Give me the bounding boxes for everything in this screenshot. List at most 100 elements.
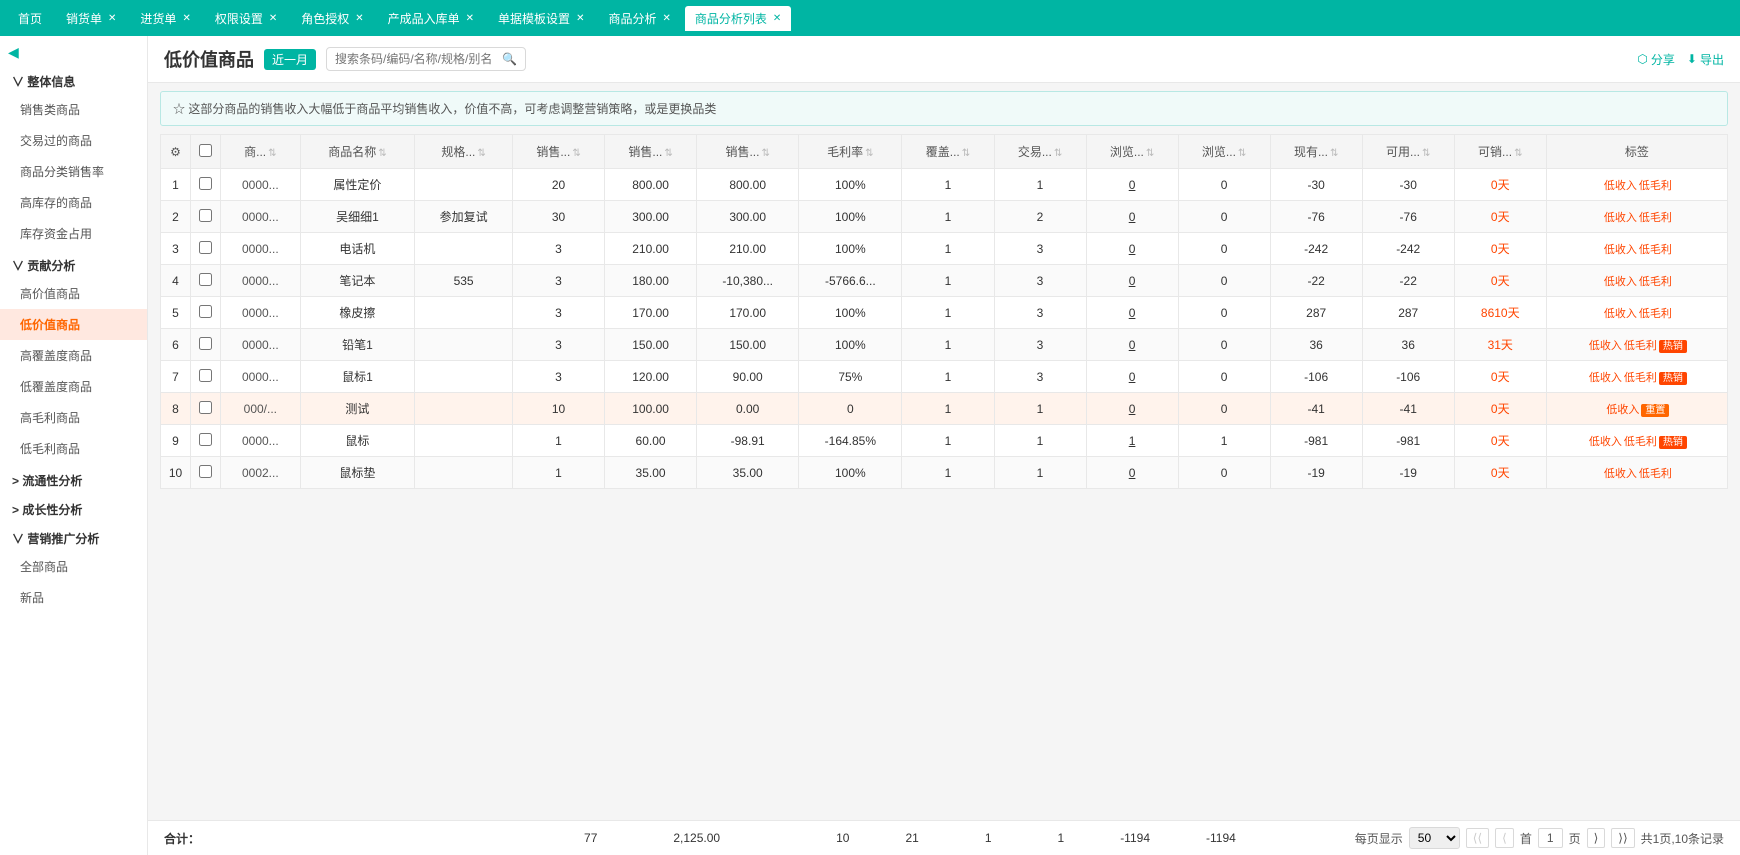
cell-browse1[interactable]: 0 — [1086, 265, 1178, 297]
cell-checkbox[interactable] — [191, 361, 221, 393]
cell-spec: 参加复试 — [415, 201, 513, 233]
th-coverage[interactable]: 覆盖...⇅ — [902, 135, 994, 169]
th-tags[interactable]: 标签 — [1546, 135, 1727, 169]
th-spec[interactable]: 规格...⇅ — [415, 135, 513, 169]
th-sale-profit[interactable]: 销售...⇅ — [697, 135, 799, 169]
cell-checkbox[interactable] — [191, 457, 221, 489]
sidebar-item-all-products[interactable]: 全部商品 — [0, 551, 147, 582]
nav-item-purchase[interactable]: 进货单 ✕ — [130, 6, 200, 31]
first-page-btn[interactable]: ⟨⟨ — [1466, 828, 1489, 848]
cell-browse1[interactable]: 0 — [1086, 201, 1178, 233]
th-trade[interactable]: 交易...⇅ — [994, 135, 1086, 169]
sidebar-item-high-coverage[interactable]: 高覆盖度商品 — [0, 340, 147, 371]
cell-checkbox[interactable] — [191, 329, 221, 361]
close-icon[interactable]: ✕ — [108, 13, 116, 24]
nav-item-sales[interactable]: 销货单 ✕ — [56, 6, 126, 31]
sidebar-item-new-products[interactable]: 新品 — [0, 582, 147, 613]
close-icon[interactable]: ✕ — [269, 13, 277, 24]
cell-code: 0000... — [221, 297, 301, 329]
sidebar-group-overall[interactable]: ∨ 整体信息 — [0, 65, 147, 94]
close-icon[interactable]: ✕ — [466, 13, 474, 24]
th-checkbox[interactable] — [191, 135, 221, 169]
sidebar-item-category-rate[interactable]: 商品分类销售率 — [0, 156, 147, 187]
th-sale-qty[interactable]: 销售...⇅ — [513, 135, 605, 169]
cell-tags: 低收入低毛利 — [1546, 297, 1727, 329]
cell-checkbox[interactable] — [191, 233, 221, 265]
cell-checkbox[interactable] — [191, 201, 221, 233]
sidebar-group-marketing[interactable]: ∨ 营销推广分析 — [0, 522, 147, 551]
sidebar-collapse-btn[interactable]: ◀ — [8, 44, 19, 61]
sidebar-item-high-margin[interactable]: 高毛利商品 — [0, 402, 147, 433]
search-input[interactable] — [335, 52, 498, 66]
th-available[interactable]: 可用...⇅ — [1362, 135, 1454, 169]
th-current-stock[interactable]: 现有...⇅ — [1270, 135, 1362, 169]
close-icon[interactable]: ✕ — [355, 13, 363, 24]
cell-browse1[interactable]: 0 — [1086, 169, 1178, 201]
last-page-btn[interactable]: ⟩⟩ — [1611, 828, 1634, 848]
th-browse1[interactable]: 浏览...⇅ — [1086, 135, 1178, 169]
prev-page-btn[interactable]: ⟨ — [1495, 828, 1514, 848]
close-icon[interactable]: ✕ — [773, 13, 781, 24]
th-browse2[interactable]: 浏览...⇅ — [1178, 135, 1270, 169]
cell-checkbox[interactable] — [191, 393, 221, 425]
sidebar-item-low-coverage[interactable]: 低覆盖度商品 — [0, 371, 147, 402]
cell-browse1[interactable]: 0 — [1086, 393, 1178, 425]
cell-margin: 100% — [799, 329, 902, 361]
nav-item-analysis-list[interactable]: 商品分析列表 ✕ — [685, 6, 791, 31]
select-all-checkbox[interactable] — [199, 144, 212, 157]
th-sale-price[interactable]: 销售...⇅ — [605, 135, 697, 169]
th-name[interactable]: 商品名称⇅ — [300, 135, 414, 169]
cell-checkbox[interactable] — [191, 169, 221, 201]
table-wrapper[interactable]: ⚙ 商...⇅ 商品名称⇅ 规格...⇅ 销售...⇅ 销售...⇅ 销售...… — [148, 134, 1740, 816]
cell-checkbox[interactable] — [191, 265, 221, 297]
cell-code: 0000... — [221, 201, 301, 233]
sidebar-item-high-stock[interactable]: 高库存的商品 — [0, 187, 147, 218]
th-code[interactable]: 商...⇅ — [221, 135, 301, 169]
cell-checkbox[interactable] — [191, 425, 221, 457]
sidebar-item-sales-category[interactable]: 销售类商品 — [0, 94, 147, 125]
share-btn[interactable]: ⬡ 分享 — [1637, 51, 1675, 68]
nav-item-template[interactable]: 单据模板设置 ✕ — [488, 6, 594, 31]
nav-item-analysis[interactable]: 商品分析 ✕ — [598, 6, 680, 31]
time-range-btn[interactable]: 近一月 — [264, 49, 316, 70]
cell-browse1[interactable]: 0 — [1086, 233, 1178, 265]
sidebar-group-contribution[interactable]: ∨ 贡献分析 — [0, 249, 147, 278]
export-btn[interactable]: ⬇ 导出 — [1687, 51, 1724, 68]
sidebar-group-flow[interactable]: > 流通性分析 — [0, 464, 147, 493]
sidebar-item-low-value[interactable]: 低价值商品 — [0, 309, 147, 340]
search-icon[interactable]: 🔍 — [502, 52, 517, 66]
page-size-select[interactable]: 50 100 — [1409, 827, 1460, 849]
close-icon[interactable]: ✕ — [576, 13, 584, 24]
table-row: 8 000/... 测试 10 100.00 0.00 0 1 1 0 0 -4… — [161, 393, 1728, 425]
page-header: 低价值商品 近一月 🔍 ⬡ 分享 ⬇ 导出 — [148, 36, 1740, 83]
cell-checkbox[interactable] — [191, 297, 221, 329]
nav-item-permission[interactable]: 权限设置 ✕ — [205, 6, 287, 31]
cell-browse1[interactable]: 1 — [1086, 425, 1178, 457]
sidebar-item-stock-funds[interactable]: 库存资金占用 — [0, 218, 147, 249]
cell-coverage: 1 — [902, 393, 994, 425]
th-settings[interactable]: ⚙ — [161, 135, 191, 169]
sidebar-item-low-margin[interactable]: 低毛利商品 — [0, 433, 147, 464]
nav-item-warehouse[interactable]: 产成品入库单 ✕ — [378, 6, 484, 31]
th-margin[interactable]: 毛利率⇅ — [799, 135, 902, 169]
sidebar-item-traded[interactable]: 交易过的商品 — [0, 125, 147, 156]
nav-item-home[interactable]: 首页 — [8, 6, 52, 31]
search-box: 🔍 — [326, 47, 526, 71]
info-bar: ☆ 这部分商品的销售收入大幅低于商品平均销售收入，价值不高，可考虑调整营销策略，… — [160, 91, 1728, 126]
next-page-btn[interactable]: ⟩ — [1587, 828, 1606, 848]
cell-tags: 低收入低毛利热销 — [1546, 329, 1727, 361]
pagination: 每页显示 50 100 ⟨⟨ ⟨ 首 1 页 ⟩ ⟩⟩ 共1页,10条记录 — [1355, 827, 1724, 849]
th-saleable[interactable]: 可销...⇅ — [1454, 135, 1546, 169]
cell-margin: 100% — [799, 457, 902, 489]
cell-browse1[interactable]: 0 — [1086, 297, 1178, 329]
close-icon[interactable]: ✕ — [662, 13, 670, 24]
sidebar-group-growth[interactable]: > 成长性分析 — [0, 493, 147, 522]
sidebar-item-high-value[interactable]: 高价值商品 — [0, 278, 147, 309]
page-label: 首 — [1520, 830, 1532, 847]
cell-browse1[interactable]: 0 — [1086, 361, 1178, 393]
cell-browse2: 0 — [1178, 233, 1270, 265]
nav-item-role[interactable]: 角色授权 ✕ — [291, 6, 373, 31]
cell-browse1[interactable]: 0 — [1086, 457, 1178, 489]
cell-browse1[interactable]: 0 — [1086, 329, 1178, 361]
close-icon[interactable]: ✕ — [182, 13, 190, 24]
